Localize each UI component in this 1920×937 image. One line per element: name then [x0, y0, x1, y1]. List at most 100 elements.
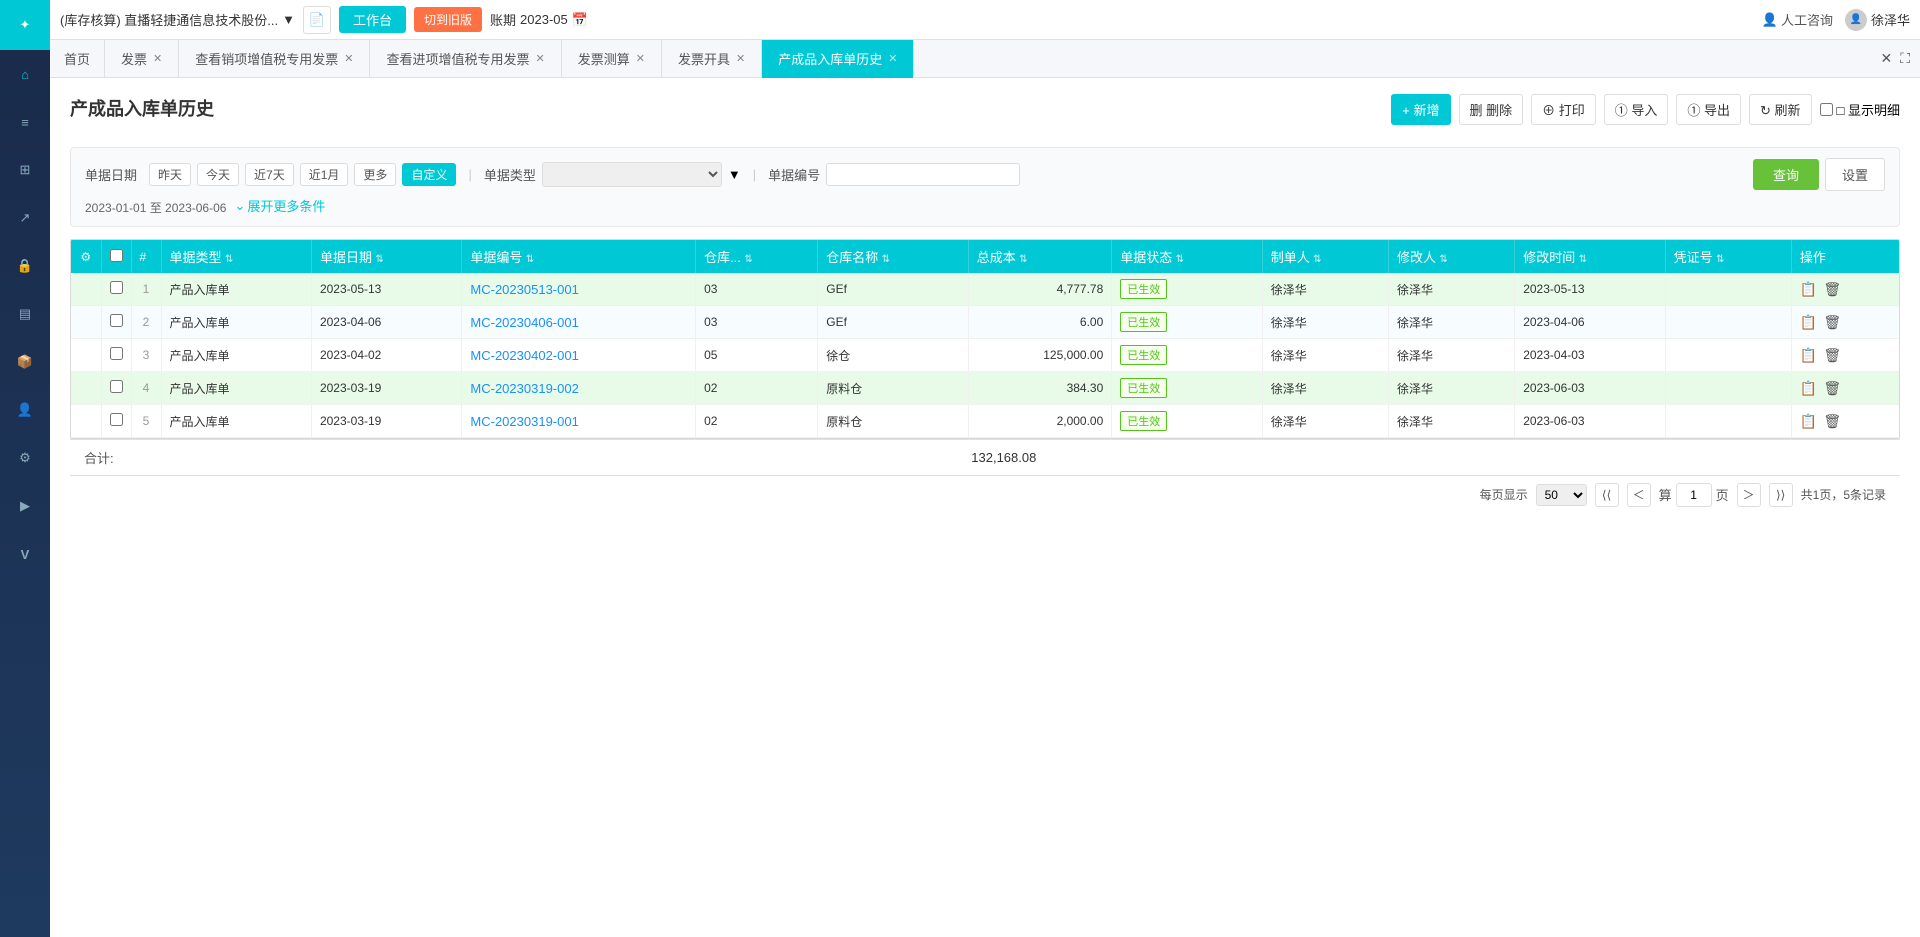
select-all-checkbox[interactable]	[110, 249, 123, 262]
first-page-btn[interactable]: ⟨⟨	[1595, 483, 1619, 507]
next-page-btn[interactable]: ＞	[1737, 483, 1761, 507]
show-detail-checkbox-wrap[interactable]: □ 显示明细	[1820, 100, 1900, 119]
filter-today[interactable]: 今天	[197, 163, 239, 186]
filter-more[interactable]: 更多	[354, 163, 396, 186]
tab-invoice-open[interactable]: 发票开具 ✕	[662, 40, 762, 78]
row-number-4[interactable]: MC-20230319-001	[462, 405, 696, 438]
col-checkbox[interactable]	[101, 240, 131, 273]
tab-invoice[interactable]: 发票 ✕	[105, 40, 179, 78]
sidebar-item-media[interactable]: ▶	[0, 482, 50, 530]
delete-icon-1[interactable]: 🗑	[1823, 314, 1841, 331]
service-icon: 👤	[1762, 12, 1778, 28]
col-number[interactable]: 单据编号 ⇅	[462, 240, 696, 273]
refresh-button[interactable]: ↻ 刷新	[1749, 94, 1812, 125]
tab-close-invoice[interactable]: ✕	[153, 52, 162, 65]
filter-custom[interactable]: 自定义	[402, 163, 456, 186]
sidebar-item-home[interactable]: ⌂	[0, 50, 50, 98]
query-button[interactable]: 查询	[1753, 159, 1819, 190]
filter-7days[interactable]: 近7天	[245, 163, 294, 186]
per-page-select[interactable]: 50 10 20 100	[1536, 484, 1587, 506]
sidebar-item-finance[interactable]: 🔒	[0, 242, 50, 290]
sidebar-item-analytics[interactable]: ↗	[0, 194, 50, 242]
row-checkbox-1[interactable]	[101, 306, 131, 339]
row-number-link-3[interactable]: MC-20230319-002	[470, 381, 578, 396]
row-number-1[interactable]: MC-20230406-001	[462, 306, 696, 339]
row-number-0[interactable]: MC-20230513-001	[462, 273, 696, 306]
edit-icon-4[interactable]: 📋	[1800, 413, 1817, 430]
tab-close-all[interactable]: ✕	[1880, 50, 1892, 67]
setting-button[interactable]: 设置	[1825, 158, 1885, 191]
row-checkbox-4[interactable]	[101, 405, 131, 438]
tab-close-invoice-calc[interactable]: ✕	[636, 52, 645, 65]
calendar-icon[interactable]: 📅	[572, 12, 588, 28]
tab-home[interactable]: 首页	[50, 40, 105, 78]
edit-icon-2[interactable]: 📋	[1800, 347, 1817, 364]
import-button[interactable]: ① 导入	[1604, 94, 1669, 125]
expand-filter-btn[interactable]: ⌄ 展开更多条件	[234, 196, 325, 215]
delete-icon-2[interactable]: 🗑	[1823, 347, 1841, 364]
row-number-link-2[interactable]: MC-20230402-001	[470, 348, 578, 363]
row-checkbox-2[interactable]	[101, 339, 131, 372]
prev-page-btn[interactable]: ＜	[1627, 483, 1651, 507]
action-icons-2: 📋 🗑	[1800, 347, 1891, 364]
tab-sales-vat[interactable]: 查看销项增值税专用发票 ✕	[179, 40, 370, 78]
sidebar-item-lock[interactable]: ▤	[0, 290, 50, 338]
row-checkbox-0[interactable]	[101, 273, 131, 306]
export-button[interactable]: ① 导出	[1676, 94, 1741, 125]
tab-purchase-vat[interactable]: 查看进项增值税专用发票 ✕	[370, 40, 561, 78]
filter-1month[interactable]: 近1月	[300, 163, 349, 186]
edit-icon-1[interactable]: 📋	[1800, 314, 1817, 331]
sidebar-item-v[interactable]: V	[0, 530, 50, 578]
tab-maximize[interactable]: ⛶	[1900, 50, 1910, 67]
col-modify-time[interactable]: 修改时间 ⇅	[1515, 240, 1665, 273]
col-modifier[interactable]: 修改人 ⇅	[1388, 240, 1514, 273]
tab-product-history[interactable]: 产成品入库单历史 ✕	[762, 40, 914, 78]
tab-close-purchase-vat[interactable]: ✕	[536, 52, 545, 65]
tab-close-sales-vat[interactable]: ✕	[344, 52, 353, 65]
sidebar-item-inventory[interactable]: 📦	[0, 338, 50, 386]
col-type[interactable]: 单据类型 ⇅	[161, 240, 311, 273]
tab-invoice-calc[interactable]: 发票测算 ✕	[562, 40, 662, 78]
switch-version-button[interactable]: 切到旧版	[414, 7, 482, 32]
col-total-cost[interactable]: 总成本 ⇅	[968, 240, 1112, 273]
col-creator[interactable]: 制单人 ⇅	[1262, 240, 1388, 273]
col-warehouse-code[interactable]: 仓库... ⇅	[696, 240, 818, 273]
filter-yesterday[interactable]: 昨天	[149, 163, 191, 186]
new-button[interactable]: + 新增	[1391, 94, 1450, 125]
sidebar-item-doc[interactable]: ≡	[0, 98, 50, 146]
col-warehouse-name[interactable]: 仓库名称 ⇅	[818, 240, 968, 273]
service-button[interactable]: 👤 人工咨询	[1762, 10, 1833, 29]
workbench-button[interactable]: 工作台	[339, 6, 406, 33]
sidebar-item-settings2[interactable]: ⚙	[0, 434, 50, 482]
doc-icon-btn[interactable]: 📄	[303, 6, 331, 34]
col-status[interactable]: 单据状态 ⇅	[1112, 240, 1262, 273]
print-button[interactable]: ⊕ 打印	[1531, 94, 1596, 125]
delete-icon-0[interactable]: 🗑	[1823, 281, 1841, 298]
row-number-2[interactable]: MC-20230402-001	[462, 339, 696, 372]
number-filter-input[interactable]	[826, 163, 1020, 186]
sidebar-item-user[interactable]: 👤	[0, 386, 50, 434]
row-number-link-4[interactable]: MC-20230319-001	[470, 414, 578, 429]
row-checkbox-3[interactable]	[101, 372, 131, 405]
show-detail-checkbox[interactable]	[1820, 103, 1833, 116]
sidebar-item-chart[interactable]: ⊞	[0, 146, 50, 194]
tab-close-invoice-open[interactable]: ✕	[736, 52, 745, 65]
page-input[interactable]	[1676, 483, 1712, 507]
delete-icon-3[interactable]: 🗑	[1823, 380, 1841, 397]
tab-close-product-history[interactable]: ✕	[888, 52, 897, 65]
delete-icon-4[interactable]: 🗑	[1823, 413, 1841, 430]
col-settings[interactable]: ⚙	[71, 240, 101, 273]
row-settings-0	[71, 273, 101, 306]
col-date[interactable]: 单据日期 ⇅	[311, 240, 461, 273]
user-menu[interactable]: 👤 徐泽华	[1845, 9, 1910, 31]
col-voucher[interactable]: 凭证号 ⇅	[1665, 240, 1791, 273]
type-filter-select[interactable]	[542, 162, 722, 187]
row-number-link-1[interactable]: MC-20230406-001	[470, 315, 578, 330]
edit-icon-3[interactable]: 📋	[1800, 380, 1817, 397]
row-number-link-0[interactable]: MC-20230513-001	[470, 282, 578, 297]
row-number-3[interactable]: MC-20230319-002	[462, 372, 696, 405]
company-selector[interactable]: (库存核算) 直播轻捷通信息技术股份... ▼	[60, 10, 295, 29]
edit-icon-0[interactable]: 📋	[1800, 281, 1817, 298]
last-page-btn[interactable]: ⟩⟩	[1769, 483, 1793, 507]
delete-button[interactable]: 删 删除	[1459, 94, 1524, 125]
